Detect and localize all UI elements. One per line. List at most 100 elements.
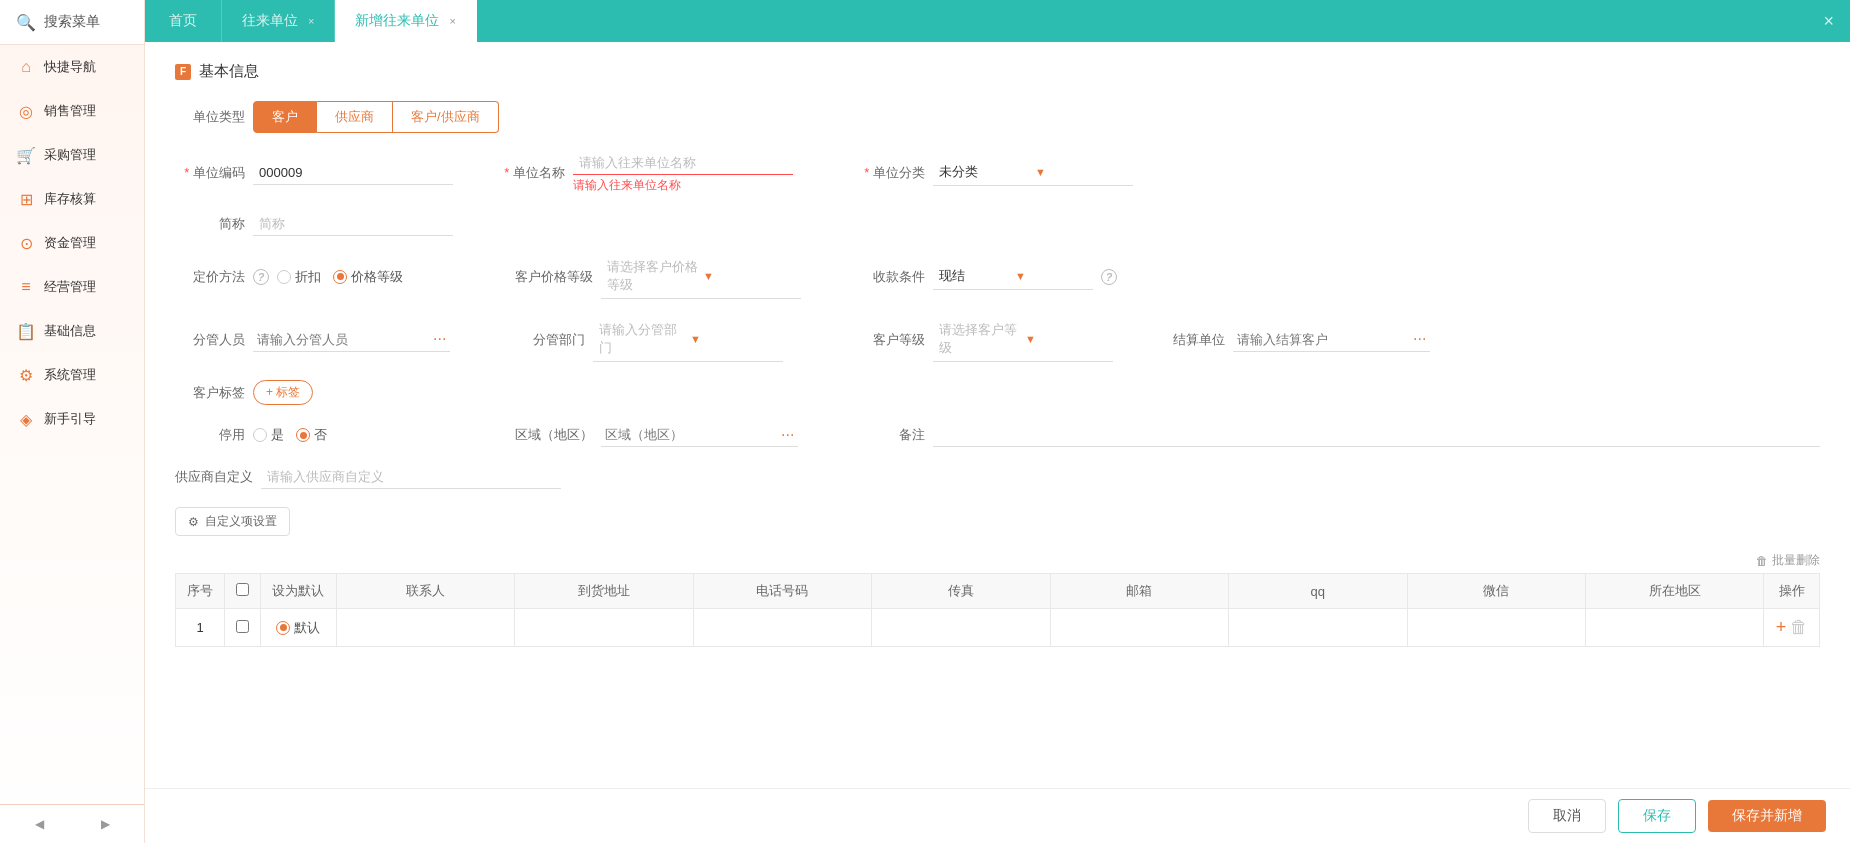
disabled-no-radio[interactable]: 否 <box>296 426 327 444</box>
sidebar-item-beginner[interactable]: ◈ 新手引导 <box>0 397 144 441</box>
sidebar-item-label: 库存核算 <box>44 190 96 208</box>
sidebar-item-quick-nav[interactable]: ⌂ 快捷导航 <box>0 45 144 89</box>
sidebar-bottom-right[interactable]: ▶ <box>74 813 136 835</box>
fax-input[interactable] <box>882 621 1039 635</box>
sidebar-item-label: 销售管理 <box>44 102 96 120</box>
section-title-text: 基本信息 <box>199 62 259 81</box>
type-btn-supplier[interactable]: 供应商 <box>317 101 393 133</box>
tab-partners[interactable]: 往来单位 × <box>222 0 335 42</box>
table-body: 1 默认 <box>176 609 1820 647</box>
category-group: 单位分类 未分类 ▼ <box>855 159 1175 186</box>
type-btn-both[interactable]: 客户/供应商 <box>393 101 499 133</box>
settlement-more[interactable]: ··· <box>1409 330 1430 348</box>
pricing-radio-discount[interactable]: 折扣 <box>277 268 321 286</box>
tab-new-partner-label: 新增往来单位 <box>355 12 439 30</box>
sidebar-bottom-left[interactable]: ◀ <box>8 813 70 835</box>
region-more[interactable]: ··· <box>777 426 798 444</box>
save-and-new-button[interactable]: 保存并新增 <box>1708 800 1826 832</box>
code-input[interactable] <box>253 161 453 185</box>
close-all-tabs[interactable]: × <box>1807 0 1850 42</box>
type-btn-customer[interactable]: 客户 <box>253 101 317 133</box>
sidebar-item-system[interactable]: ⚙ 系统管理 <box>0 353 144 397</box>
email-input[interactable] <box>1061 621 1218 635</box>
yes-radio[interactable] <box>253 428 267 442</box>
payment-help-icon[interactable]: ? <box>1101 269 1117 285</box>
disabled-yes-radio[interactable]: 是 <box>253 426 284 444</box>
tab-home[interactable]: 首页 <box>145 0 222 42</box>
payment-value: 现结 <box>939 267 1011 285</box>
name-group: 单位名称 请输入往来单位名称 <box>495 151 855 194</box>
save-button[interactable]: 保存 <box>1618 799 1696 833</box>
no-radio[interactable] <box>296 428 310 442</box>
price-level-option-label: 价格等级 <box>351 268 403 286</box>
row-actions: + 🗑 <box>1764 609 1820 647</box>
manager-input[interactable] <box>253 328 429 351</box>
region-input[interactable] <box>601 423 777 446</box>
section-icon: F <box>175 64 191 80</box>
row-fax <box>872 609 1050 647</box>
name-error: 请输入往来单位名称 <box>573 177 793 194</box>
payment-select[interactable]: 现结 ▼ <box>933 263 1093 290</box>
supplier-custom-group: 供应商自定义 <box>175 465 655 489</box>
del-row-btn[interactable]: 🗑 <box>1790 617 1808 638</box>
customer-level-select[interactable]: 请选择客户等级 ▼ <box>933 317 1113 362</box>
cancel-button[interactable]: 取消 <box>1528 799 1606 833</box>
table-head: 序号 设为默认 联系人 到货地址 电话号码 传真 邮箱 qq 微信 所在地区 操… <box>176 574 1820 609</box>
pricing-help-icon[interactable]: ? <box>253 269 269 285</box>
row-default-radio[interactable]: 默认 <box>271 619 326 637</box>
name-input[interactable] <box>573 151 793 175</box>
tab-home-label: 首页 <box>169 12 197 30</box>
tab-new-partner[interactable]: 新增往来单位 × <box>335 0 476 42</box>
dept-group: 分管部门 请输入分管部门 ▼ <box>515 317 855 362</box>
tab-new-partner-close[interactable]: × <box>449 15 455 27</box>
price-level-radio[interactable] <box>333 270 347 284</box>
sidebar-item-inventory[interactable]: ⊞ 库存核算 <box>0 177 144 221</box>
wechat-input[interactable] <box>1418 621 1575 635</box>
manager-row: 分管人员 ··· 分管部门 请输入分管部门 ▼ 客户等级 请选择客户等级 ▼ <box>175 317 1820 362</box>
supplier-custom-input[interactable] <box>261 465 561 489</box>
batch-delete-label: 批量删除 <box>1772 552 1820 569</box>
sidebar-search[interactable]: 🔍 搜索菜单 <box>0 0 144 45</box>
add-tag-btn[interactable]: + 标签 <box>253 380 313 405</box>
sidebar-item-finance[interactable]: ⊙ 资金管理 <box>0 221 144 265</box>
short-name-label: 简称 <box>175 215 245 233</box>
short-name-input[interactable] <box>253 212 453 236</box>
short-name-row: 简称 <box>175 212 1820 236</box>
tags-label: 客户标签 <box>175 384 245 402</box>
tab-bar-spacer <box>477 0 1808 42</box>
row-contact <box>336 609 514 647</box>
form-footer: 取消 保存 保存并新增 <box>145 788 1850 843</box>
region-row-input[interactable] <box>1596 621 1753 635</box>
sidebar-item-label: 系统管理 <box>44 366 96 384</box>
price-level-select[interactable]: 请选择客户价格等级 ▼ <box>601 254 801 299</box>
select-all-checkbox[interactable] <box>236 583 249 596</box>
type-button-group: 客户 供应商 客户/供应商 <box>253 101 499 133</box>
discount-radio[interactable] <box>277 270 291 284</box>
default-radio <box>276 621 290 635</box>
sidebar-item-purchase[interactable]: 🛒 采购管理 <box>0 133 144 177</box>
code-label: 单位编码 <box>175 164 245 182</box>
row-phone <box>693 609 871 647</box>
contact-input[interactable] <box>347 621 504 635</box>
add-row-btn[interactable]: + <box>1776 617 1787 638</box>
settlement-input[interactable] <box>1233 328 1409 351</box>
qq-input[interactable] <box>1239 621 1396 635</box>
settlement-field: ··· <box>1233 328 1430 352</box>
batch-delete-btn[interactable]: 🗑 批量删除 <box>1756 552 1820 569</box>
sidebar-item-basic-info[interactable]: 📋 基础信息 <box>0 309 144 353</box>
tab-partners-close[interactable]: × <box>308 15 314 27</box>
address-input[interactable] <box>525 621 682 635</box>
custom-settings-btn[interactable]: ⚙ 自定义项设置 <box>175 507 290 536</box>
region-label: 区域（地区） <box>515 426 593 444</box>
pricing-radio-price-level[interactable]: 价格等级 <box>333 268 403 286</box>
manager-field: ··· <box>253 328 450 352</box>
sidebar-item-operations[interactable]: ≡ 经营管理 <box>0 265 144 309</box>
dept-select[interactable]: 请输入分管部门 ▼ <box>593 317 783 362</box>
row-checkbox[interactable] <box>236 620 249 633</box>
remark-input[interactable] <box>933 423 1820 447</box>
sidebar-item-sales[interactable]: ◎ 销售管理 <box>0 89 144 133</box>
manager-more[interactable]: ··· <box>429 330 450 348</box>
phone-input[interactable] <box>704 621 861 635</box>
region-group: 区域（地区） ··· <box>515 423 855 447</box>
category-select[interactable]: 未分类 ▼ <box>933 159 1133 186</box>
